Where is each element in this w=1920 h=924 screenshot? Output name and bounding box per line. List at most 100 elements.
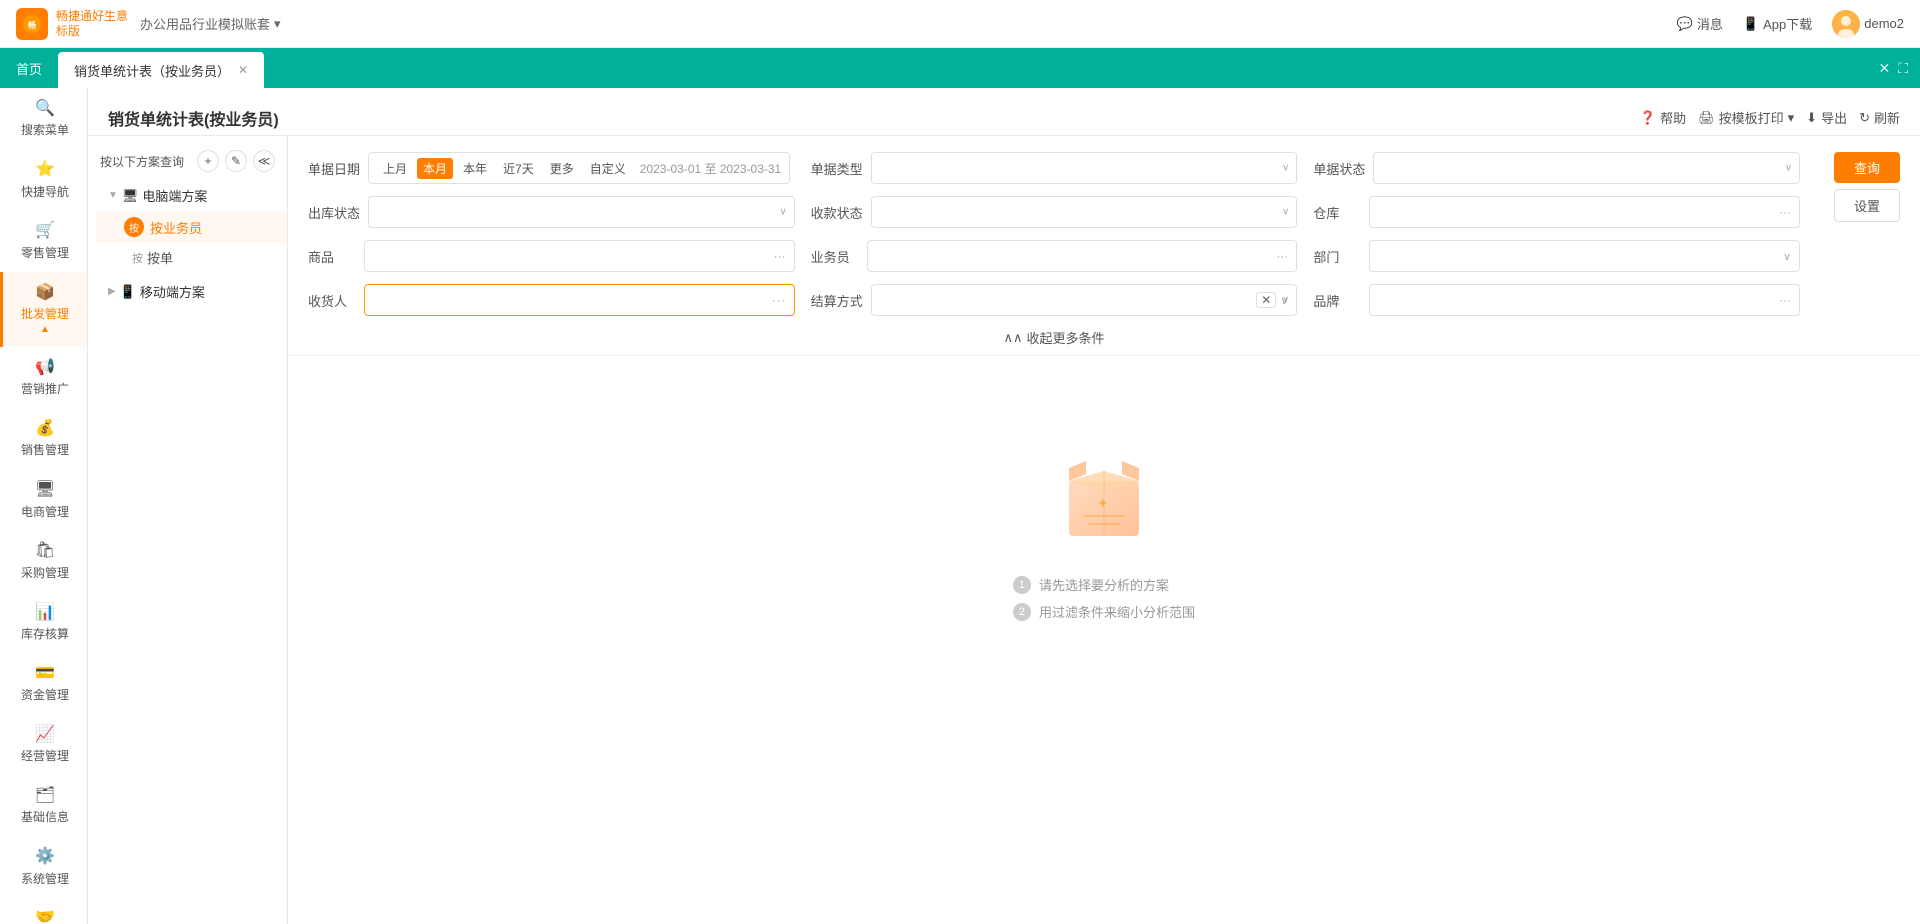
receipt-status-label: 收款状态 — [811, 203, 863, 222]
breadcrumb[interactable]: 办公用品行业模拟账套 ▾ — [140, 14, 281, 33]
doc-type-select[interactable] — [871, 152, 1298, 184]
sidebar-item-finance[interactable]: 💳 资金管理 — [0, 653, 87, 714]
filter-item-doc-status: 单据状态 — [1313, 152, 1800, 184]
receiver-input[interactable] — [364, 284, 795, 316]
collapse-button[interactable]: ∧∧ 收起更多条件 — [991, 324, 1116, 351]
filter-row-1: 单据日期 上月 本月 本年 近7天 更多 自定义 2023-03-01 至 20… — [308, 152, 1800, 184]
sidebar-item-ecommerce[interactable]: 🖥 电商管理 — [0, 469, 87, 530]
sidebar-item-wholesale[interactable]: 📦 批发管理 ▲ — [0, 272, 87, 347]
settlement-label: 结算方式 — [811, 291, 863, 310]
salesperson-field[interactable]: ··· — [867, 240, 1298, 272]
receiver-label: 收货人 — [308, 291, 356, 310]
settings-button[interactable]: 设置 — [1834, 189, 1900, 222]
content-area: 销货单统计表(按业务员) ❓ 帮助 🖨 按模板打印 ▾ ⬇ 导出 ↻ 刷新 — [88, 88, 1920, 924]
edit-scheme-button[interactable]: ✎ — [225, 150, 247, 172]
sidebar-item-retail[interactable]: 🛒 零售管理 — [0, 210, 87, 271]
date-bar[interactable]: 上月 本月 本年 近7天 更多 自定义 2023-03-01 至 2023-03… — [368, 152, 790, 184]
add-scheme-button[interactable]: + — [197, 150, 219, 172]
date-btn-this-year[interactable]: 本年 — [457, 158, 493, 179]
date-btn-last-month[interactable]: 上月 — [377, 158, 413, 179]
sidebar-item-operation[interactable]: 📈 经营管理 — [0, 714, 87, 775]
dept-field[interactable]: ∨ — [1369, 240, 1800, 272]
doc-status-select[interactable] — [1373, 152, 1800, 184]
warehouse-field[interactable]: ··· — [1369, 196, 1800, 228]
filter-row-3: 商品 ··· 业务员 ··· — [308, 240, 1800, 272]
export-button[interactable]: ⬇ 导出 — [1806, 108, 1847, 127]
sidebar-item-marketing[interactable]: 📢 营销推广 — [0, 347, 87, 408]
salesperson-label: 业务员 — [811, 247, 859, 266]
ecommerce-icon: 🖥 — [11, 479, 79, 501]
filter-item-out-status: 出库状态 — [308, 196, 795, 228]
brand-dots-icon: ··· — [1779, 293, 1791, 307]
filter-item-warehouse: 仓库 ··· — [1313, 196, 1800, 228]
goods-dots-icon: ··· — [774, 249, 786, 263]
main-panel-inner: 查询 设置 单据日期 上月 本月 — [308, 152, 1900, 701]
tree-parent-pc[interactable]: ▼ 🖥 电脑端方案 — [96, 180, 287, 211]
receipt-status-select[interactable] — [871, 196, 1298, 228]
brand-field[interactable]: ··· — [1369, 284, 1800, 316]
sidebar-item-system[interactable]: ⚙️ 系统管理 — [0, 836, 87, 897]
date-btn-this-month[interactable]: 本月 — [417, 158, 453, 179]
tip-num-1: 1 — [1013, 576, 1031, 594]
template-print-button[interactable]: 🖨 按模板打印 ▾ — [1698, 108, 1794, 127]
goods-field[interactable]: ··· — [364, 240, 795, 272]
filter-item-brand: 品牌 ··· — [1313, 284, 1800, 316]
sidebar-item-quick-nav[interactable]: ⭐ 快捷导航 — [0, 149, 87, 210]
left-panel-header: 按以下方案查询 + ✎ ≪ — [88, 146, 287, 180]
user-menu[interactable]: demo2 — [1832, 10, 1904, 38]
help-button[interactable]: ❓ 帮助 — [1640, 108, 1686, 127]
tab-sales-stats[interactable]: 销货单统计表（按业务员） ✕ — [58, 52, 264, 88]
logo-area: 畅 畅捷通好生意 标版 — [16, 8, 128, 40]
avatar — [1832, 10, 1860, 38]
tree-grandchild-by-doc[interactable]: 按 按单 — [96, 243, 287, 272]
message-button[interactable]: 💬 消息 — [1677, 14, 1723, 33]
tab-home[interactable]: 首页 — [0, 48, 58, 88]
out-status-select[interactable] — [368, 196, 795, 228]
query-button[interactable]: 查询 — [1834, 152, 1900, 183]
sidebar-item-purchase[interactable]: 🛍 采购管理 — [0, 530, 87, 591]
date-btn-more[interactable]: 更多 — [544, 158, 580, 179]
sidebar-item-sales[interactable]: 💰 销售管理 — [0, 408, 87, 469]
svg-text:✦: ✦ — [1097, 495, 1109, 511]
empty-tip-1: 1 请先选择要分析的方案 — [1013, 575, 1195, 594]
settlement-clear-button[interactable]: ✕ — [1256, 292, 1276, 308]
dept-label: 部门 — [1313, 247, 1361, 266]
top-header: 畅 畅捷通好生意 标版 办公用品行业模拟账套 ▾ 💬 消息 📱 App下载 — [0, 0, 1920, 48]
sidebar-item-inventory[interactable]: 📊 库存核算 — [0, 592, 87, 653]
refresh-button[interactable]: ↻ 刷新 — [1859, 108, 1900, 127]
tree-arrow-collapsed-icon: ▶ — [108, 286, 116, 297]
main-panel: 查询 设置 单据日期 上月 本月 — [288, 136, 1920, 924]
sidebar-item-search[interactable]: 🔍 搜索菜单 — [0, 88, 87, 149]
doc-status-label: 单据状态 — [1313, 159, 1365, 178]
star-icon: ⭐ — [11, 159, 79, 181]
tree-arrow-icon: ▼ — [108, 190, 118, 201]
app-download-button[interactable]: 📱 App下载 — [1743, 14, 1812, 33]
tree-folder-icon: 🖥 — [122, 188, 139, 204]
settlement-field[interactable]: ✕ ∨ — [871, 284, 1298, 316]
tab-close-icon[interactable]: ✕ — [238, 63, 248, 77]
sidebar-item-enterprise[interactable]: 🤝 企业协同 — [0, 897, 87, 924]
scheme-tree: ▼ 🖥 电脑端方案 按 按业务员 按 按单 ▶ � — [88, 180, 287, 307]
receiver-dots-icon: ··· — [772, 293, 787, 307]
operation-icon: 📈 — [11, 724, 79, 746]
filter-item-goods: 商品 ··· — [308, 240, 795, 272]
tree-child-salesperson[interactable]: 按 按业务员 — [96, 211, 287, 243]
dept-arrow-icon: ∨ — [1783, 250, 1791, 263]
salesperson-dots-icon: ··· — [1276, 249, 1288, 263]
date-btn-custom[interactable]: 自定义 — [584, 158, 632, 179]
collapse-panel-button[interactable]: ≪ — [253, 150, 275, 172]
filter-item-dept: 部门 ∨ — [1313, 240, 1800, 272]
main-panel-top-actions: 查询 设置 — [1834, 152, 1900, 222]
filter-item-salesperson: 业务员 ··· — [811, 240, 1298, 272]
filter-row-2: 出库状态 收款状态 — [308, 196, 1800, 228]
marketing-icon: 📢 — [11, 357, 79, 379]
tree-parent-mobile[interactable]: ▶ 📱 移动端方案 — [96, 276, 287, 307]
sidebar-item-basic[interactable]: 🗂 基础信息 — [0, 775, 87, 836]
date-btn-7days[interactable]: 近7天 — [497, 158, 540, 179]
logo-text: 畅捷通好生意 标版 — [56, 9, 128, 38]
tab-expand-icon[interactable]: ⛶ — [1898, 60, 1908, 77]
filter-item-receipt-status: 收款状态 — [811, 196, 1298, 228]
tab-close-window-icon[interactable]: ✕ — [1878, 60, 1890, 77]
date-range-text: 2023-03-01 至 2023-03-31 — [640, 160, 781, 177]
retail-icon: 🛒 — [11, 220, 79, 242]
